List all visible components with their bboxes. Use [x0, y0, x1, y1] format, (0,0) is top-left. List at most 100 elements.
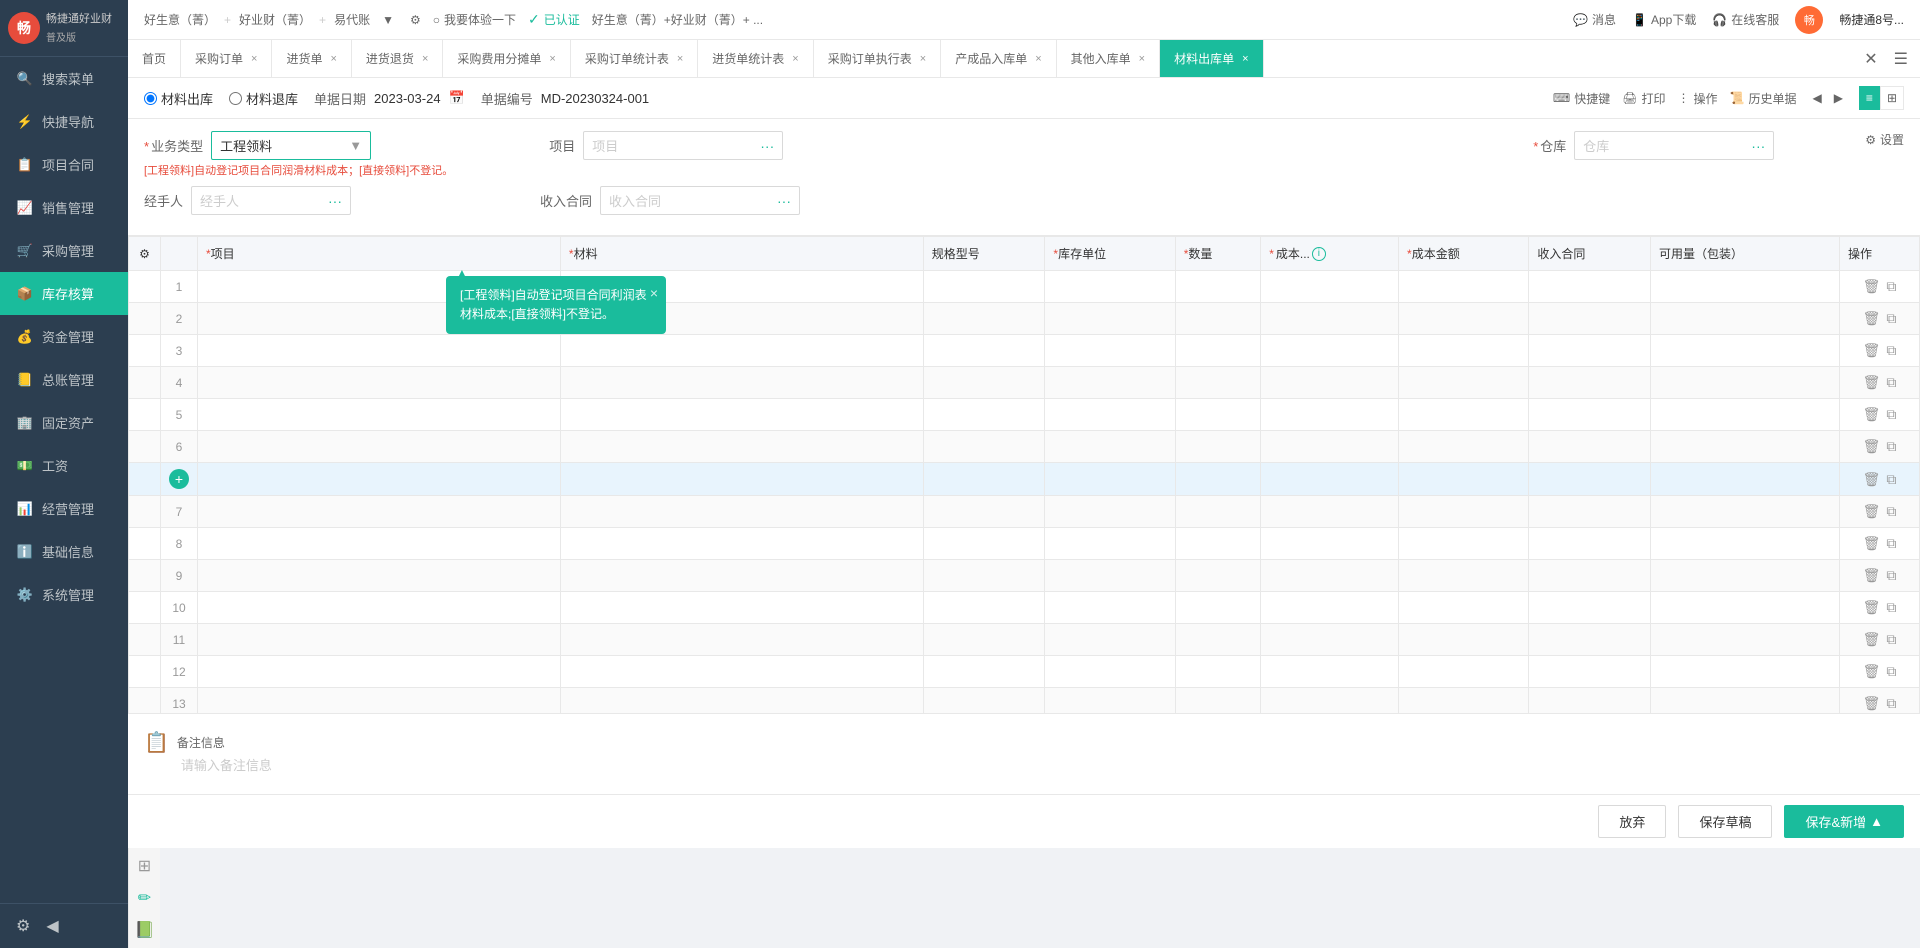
row-cost-amount-14[interactable]	[1399, 688, 1529, 714]
row-available-13[interactable]	[1650, 656, 1839, 688]
sidebar-item-ledger[interactable]: 📒 总账管理	[0, 358, 128, 401]
cost-info-icon[interactable]: i	[1312, 247, 1326, 261]
row-copy-icon-12[interactable]: ⧉	[1886, 631, 1896, 648]
tab-incoming-close[interactable]: ×	[330, 53, 336, 65]
row-quantity-13[interactable]	[1175, 656, 1260, 688]
radio-return[interactable]: 材料退库	[229, 89, 298, 108]
row-material-3[interactable]	[560, 335, 923, 367]
row-quantity-6[interactable]	[1175, 431, 1260, 463]
right-panel-btn-3[interactable]: 📗	[135, 920, 155, 940]
history-btn[interactable]: 📜 历史单据	[1729, 90, 1796, 107]
row-cost-6[interactable]	[1261, 431, 1399, 463]
tab-purchase-stat[interactable]: 采购订单统计表 ×	[571, 40, 698, 78]
app-download-btn[interactable]: 📱 App下载	[1632, 11, 1696, 28]
sidebar-item-project[interactable]: 📋 项目合同	[0, 143, 128, 186]
nav-next-btn[interactable]: ▶	[1830, 89, 1847, 107]
row-delete-icon-13[interactable]: 🗑	[1863, 663, 1881, 680]
row-cost-amount-4[interactable]	[1399, 367, 1529, 399]
row-cost-amount-8[interactable]	[1399, 496, 1529, 528]
row-available-11[interactable]	[1650, 592, 1839, 624]
row-income-contract-1[interactable]	[1529, 271, 1651, 303]
sidebar-item-assets[interactable]: 🏢 固定资产	[0, 401, 128, 444]
tab-purchase-order-close[interactable]: ×	[251, 53, 257, 65]
row-spec-3[interactable]	[923, 335, 1045, 367]
print-btn[interactable]: 🖨 打印	[1622, 90, 1665, 107]
warehouse-search-icon[interactable]: ···	[1751, 138, 1765, 154]
row-copy-icon-14[interactable]: ⧉	[1886, 695, 1896, 712]
row-available-10[interactable]	[1650, 560, 1839, 592]
tooltip-close-btn[interactable]: ×	[650, 282, 658, 304]
row-copy-icon-13[interactable]: ⧉	[1886, 663, 1896, 680]
row-project-8[interactable]	[198, 496, 561, 528]
col-header-settings[interactable]: ⚙	[129, 237, 161, 271]
certified-badge[interactable]: ✓ 已认证	[528, 11, 580, 28]
sidebar-item-inventory[interactable]: 📦 库存核算	[0, 272, 128, 315]
row-spec-10[interactable]	[923, 560, 1045, 592]
row-available-7[interactable]	[1650, 463, 1839, 496]
row-cost-3[interactable]	[1261, 335, 1399, 367]
row-material-12[interactable]	[560, 624, 923, 656]
row-income-contract-3[interactable]	[1529, 335, 1651, 367]
row-cost-14[interactable]	[1261, 688, 1399, 714]
row-spec-14[interactable]	[923, 688, 1045, 714]
sidebar-item-system[interactable]: ⚙️ 系统管理	[0, 573, 128, 616]
row-project-13[interactable]	[198, 656, 561, 688]
row-income-contract-14[interactable]	[1529, 688, 1651, 714]
top-nav-item-0[interactable]: 好生意（菁）	[144, 11, 216, 28]
row-cost-9[interactable]	[1261, 528, 1399, 560]
row-project-14[interactable]	[198, 688, 561, 714]
row-income-contract-6[interactable]	[1529, 431, 1651, 463]
row-cost-8[interactable]	[1261, 496, 1399, 528]
sidebar-logo[interactable]: 畅 畅捷通好业财 普及版	[0, 0, 128, 57]
tab-menu-btn[interactable]: ☰	[1890, 45, 1912, 73]
row-material-13[interactable]	[560, 656, 923, 688]
row-available-14[interactable]	[1650, 688, 1839, 714]
row-delete-icon-1[interactable]: 🗑	[1863, 278, 1881, 295]
tab-material-outbound-close[interactable]: ×	[1242, 53, 1248, 65]
row-copy-icon-9[interactable]: ⧉	[1886, 535, 1896, 552]
row-delete-icon-7[interactable]: 🗑	[1863, 471, 1881, 488]
row-cost-4[interactable]	[1261, 367, 1399, 399]
right-panel-btn-1[interactable]: ⊞	[138, 856, 151, 876]
row-warehouse-6[interactable]	[1045, 431, 1175, 463]
experience-btn[interactable]: ○ 我要体验一下	[433, 11, 516, 28]
row-delete-icon-2[interactable]: 🗑	[1863, 310, 1881, 327]
row-project-10[interactable]	[198, 560, 561, 592]
row-copy-icon-10[interactable]: ⧉	[1886, 567, 1896, 584]
tab-close-all-btn[interactable]: ✕	[1860, 45, 1881, 73]
row-available-12[interactable]	[1650, 624, 1839, 656]
row-material-4[interactable]	[560, 367, 923, 399]
row-quantity-5[interactable]	[1175, 399, 1260, 431]
handler-search-icon[interactable]: ···	[328, 193, 342, 209]
sidebar-item-finance[interactable]: 💰 资金管理	[0, 315, 128, 358]
row-material-11[interactable]	[560, 592, 923, 624]
row-delete-icon-14[interactable]: 🗑	[1863, 695, 1881, 712]
row-warehouse-4[interactable]	[1045, 367, 1175, 399]
row-spec-2[interactable]	[923, 303, 1045, 335]
row-quantity-1[interactable]	[1175, 271, 1260, 303]
row-income-contract-5[interactable]	[1529, 399, 1651, 431]
tab-purchase-order[interactable]: 采购订单 ×	[181, 40, 272, 78]
tab-home[interactable]: 首页	[128, 40, 181, 78]
tab-purchase-expense[interactable]: 采购费用分摊单 ×	[443, 40, 570, 78]
handler-input[interactable]: 经手人 ···	[191, 186, 351, 215]
row-cost-amount-1[interactable]	[1399, 271, 1529, 303]
row-spec-12[interactable]	[923, 624, 1045, 656]
row-quantity-14[interactable]	[1175, 688, 1260, 714]
row-warehouse-9[interactable]	[1045, 528, 1175, 560]
discard-button[interactable]: 放弃	[1598, 805, 1666, 838]
sidebar-item-sales[interactable]: 📈 销售管理	[0, 186, 128, 229]
tab-purchase-stat-close[interactable]: ×	[677, 53, 683, 65]
row-warehouse-1[interactable]	[1045, 271, 1175, 303]
row-warehouse-8[interactable]	[1045, 496, 1175, 528]
top-nav-dropdown[interactable]: ▼	[382, 13, 394, 27]
tab-incoming[interactable]: 进货单 ×	[272, 40, 351, 78]
row-quantity-9[interactable]	[1175, 528, 1260, 560]
table-container[interactable]: ⚙ *项目 *材料 规格型号 *库存单位 *数量 *成本... i	[128, 236, 1920, 713]
row-quantity-3[interactable]	[1175, 335, 1260, 367]
remark-icon[interactable]: 📋	[144, 730, 169, 755]
row-cost-amount-11[interactable]	[1399, 592, 1529, 624]
row-warehouse-5[interactable]	[1045, 399, 1175, 431]
right-panel-btn-2[interactable]: ✏	[138, 888, 151, 908]
row-material-8[interactable]	[560, 496, 923, 528]
